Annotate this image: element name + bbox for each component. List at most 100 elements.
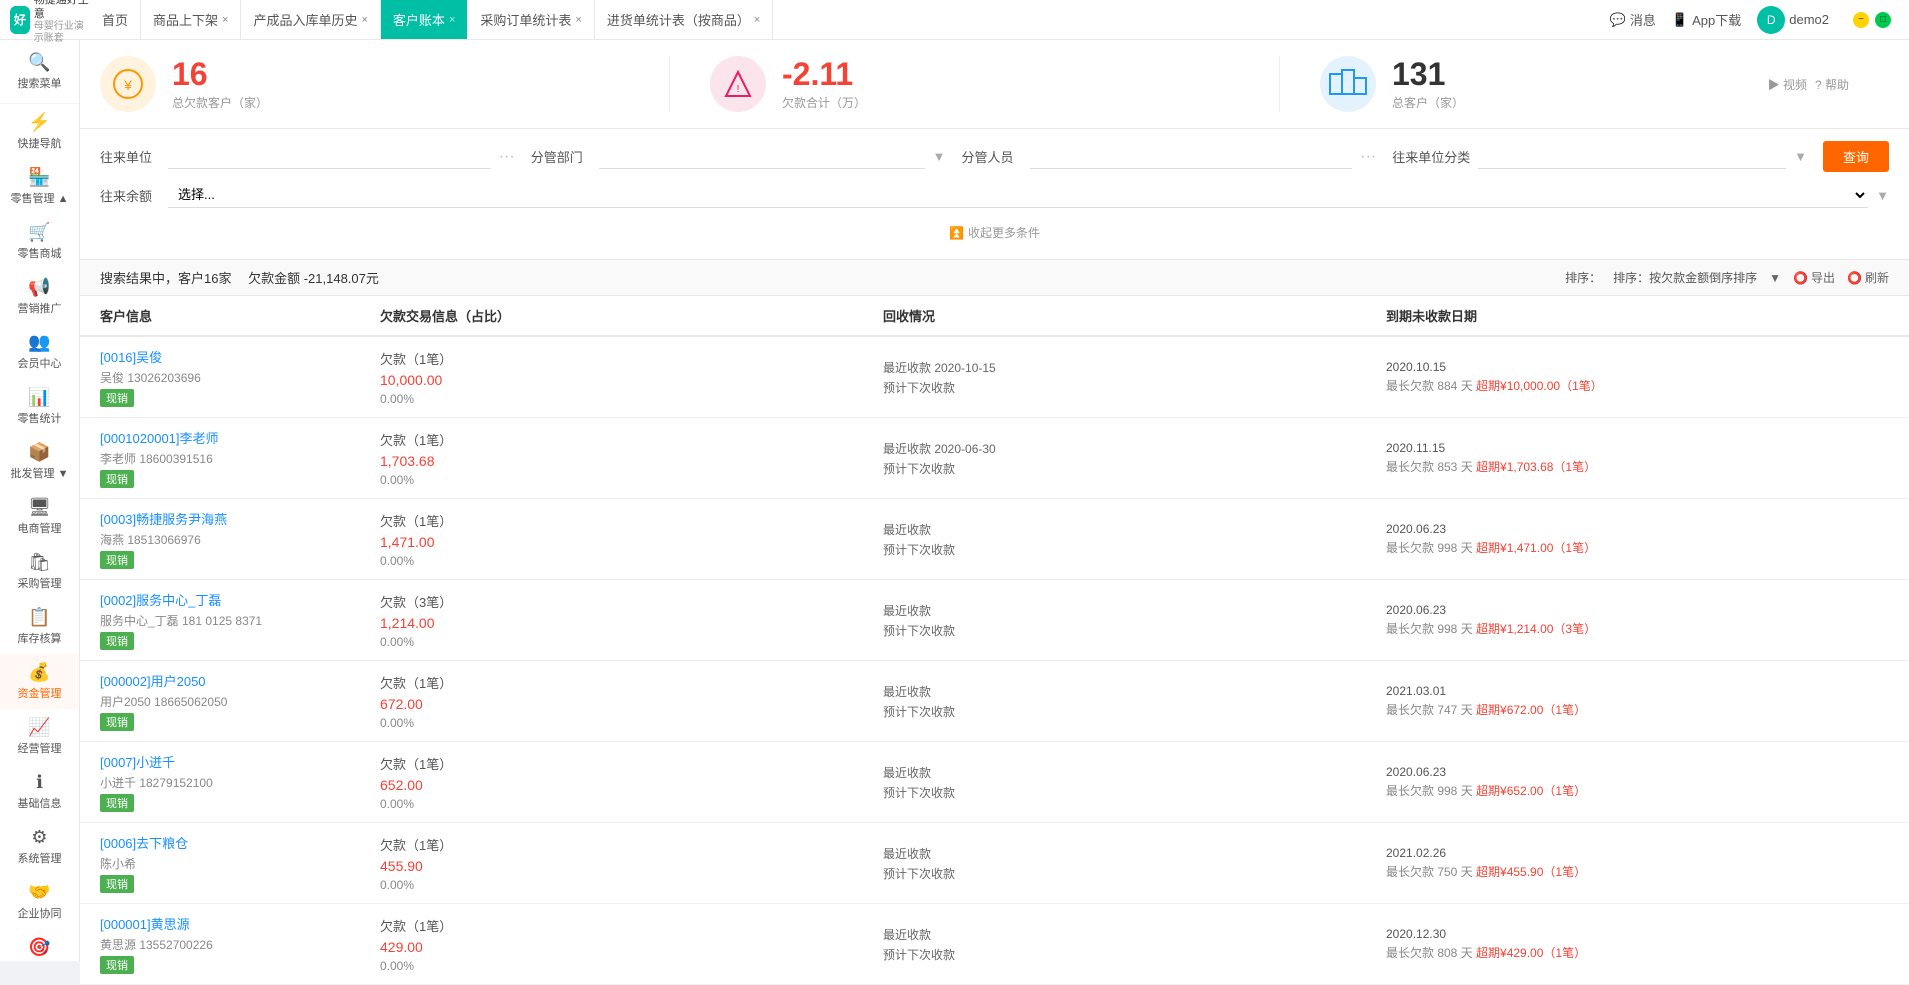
department-filter-input[interactable]: [599, 145, 925, 169]
sort-arrow-icon[interactable]: ▼: [1769, 271, 1781, 285]
total-debt-value: -2.11: [782, 58, 866, 90]
sidebar-item-label: 库存核算: [18, 630, 62, 646]
table-body: [0016]吴俊 吴俊 13026203696 现销 欠款（1笔） 10,000…: [80, 337, 1909, 985]
filter-row-2: 往来余额 选择... ▼: [100, 182, 1889, 208]
sidebar-item-inventory[interactable]: 📋 库存核算: [0, 599, 79, 654]
total-customers-value: 131: [1392, 58, 1464, 90]
debt-amount[interactable]: 10,000.00: [380, 372, 883, 388]
sidebar-item-ecommerce[interactable]: 🖥 电商管理: [0, 489, 79, 544]
customer-name-link[interactable]: [0002]服务中心_丁磊: [100, 590, 380, 609]
collapse-icon: ⏫: [949, 226, 964, 240]
sidebar-item-finance[interactable]: 💰 资金管理: [0, 654, 79, 709]
info-icon: ℹ: [36, 772, 43, 793]
sidebar-item-wholesale[interactable]: 📦 批发管理 ▼: [0, 434, 79, 489]
customer-name-link[interactable]: [000001]黄思源: [100, 914, 380, 933]
sidebar-item-purchase[interactable]: 🛍 采购管理: [0, 544, 79, 599]
logo-text: 畅捷通好生意 母婴行业演示账套: [34, 0, 90, 45]
total-customers-label: 总客户（家）: [1392, 94, 1464, 111]
customer-name-link[interactable]: [0001020001]李老师: [100, 428, 380, 447]
debt-info-cell: 欠款（1笔） 1,703.68 0.00%: [380, 430, 883, 487]
user-avatar-btn[interactable]: D demo2: [1757, 6, 1829, 34]
category-filter-input[interactable]: [1478, 145, 1786, 169]
overdue-info-cell: 2020.12.30 最长欠款 808 天 超期¥429.00（1笔）: [1386, 927, 1889, 961]
tab-production-history[interactable]: 产成品入库单历史 ×: [241, 0, 380, 39]
sidebar-item-retail-stats[interactable]: 📊 零售统计: [0, 379, 79, 434]
collapse-button[interactable]: ⏫ 收起更多条件: [100, 218, 1889, 247]
sidebar-item-system[interactable]: ⚙ 系统管理: [0, 819, 79, 874]
overdue-link[interactable]: 超期¥1,214.00（3笔）: [1476, 622, 1596, 636]
manager-filter-dots[interactable]: ···: [1360, 148, 1376, 166]
debt-amount[interactable]: 1,471.00: [380, 534, 883, 550]
sidebar-item-label: 基础信息: [18, 795, 62, 811]
customer-filter-dots[interactable]: ···: [499, 148, 515, 166]
tab-close-icon[interactable]: ×: [361, 14, 367, 26]
help-btn[interactable]: ? 帮助: [1815, 76, 1849, 93]
customer-info-cell: [0003]畅捷服务尹海燕 海燕 18513066976 现销: [100, 509, 380, 569]
debt-amount[interactable]: 672.00: [380, 696, 883, 712]
overdue-link[interactable]: 超期¥652.00（1笔）: [1476, 784, 1586, 798]
overdue-link[interactable]: 超期¥455.90（1笔）: [1476, 865, 1586, 879]
tab-purchase-stats-product[interactable]: 进货单统计表（按商品） ×: [595, 0, 773, 39]
tab-close-icon[interactable]: ×: [754, 14, 760, 26]
search-button[interactable]: 查询: [1823, 141, 1889, 172]
tab-home[interactable]: 首页: [90, 0, 141, 39]
customer-filter-input[interactable]: [168, 145, 491, 169]
debt-count: 欠款（1笔）: [380, 349, 883, 368]
col-recovery: 回收情况: [883, 306, 1386, 325]
sidebar-item-basic-info[interactable]: ℹ 基础信息: [0, 764, 79, 819]
tab-product-listing[interactable]: 商品上下架 ×: [141, 0, 241, 39]
sidebar-item-label: 零售管理 ▲: [11, 190, 69, 206]
customer-name-link[interactable]: [0003]畅捷服务尹海燕: [100, 509, 380, 528]
sidebar-item-label: 电商管理: [18, 520, 62, 536]
customer-name-link[interactable]: [0016]吴俊: [100, 347, 380, 366]
message-btn[interactable]: 💬 消息: [1610, 10, 1656, 29]
overdue-link[interactable]: 超期¥10,000.00（1笔）: [1476, 379, 1603, 393]
sidebar-item-retail-mall[interactable]: 🛒 零售商城: [0, 214, 79, 269]
sidebar-item-member[interactable]: 👥 会员中心: [0, 324, 79, 379]
debt-amount[interactable]: 652.00: [380, 777, 883, 793]
customer-name-link[interactable]: [0006]去下粮仓: [100, 833, 380, 852]
collab-icon: 🤝: [28, 882, 50, 903]
tab-close-icon[interactable]: ×: [449, 14, 455, 26]
category-filter-arrow[interactable]: ▼: [1794, 149, 1807, 164]
debt-amount[interactable]: 429.00: [380, 939, 883, 955]
overdue-link[interactable]: 超期¥429.00（1笔）: [1476, 946, 1586, 960]
sidebar-item-collab[interactable]: 🤝 企业协同: [0, 874, 79, 929]
minimize-button[interactable]: −: [1853, 12, 1869, 28]
sidebar-item-guide[interactable]: 🎯 新手引导: [0, 929, 79, 961]
debt-amount[interactable]: 455.90: [380, 858, 883, 874]
debt-amount[interactable]: 1,214.00: [380, 615, 883, 631]
sidebar-item-quick-nav[interactable]: ⚡ 快捷导航: [0, 104, 79, 159]
sort-select[interactable]: 排序：按欠款金额倒序排序: [1613, 269, 1757, 286]
top-bar: 好 畅捷通好生意 母婴行业演示账套 首页 商品上下架 × 产成品入库单历史 × …: [0, 0, 1909, 40]
overdue-link[interactable]: 超期¥672.00（1笔）: [1476, 703, 1586, 717]
retail-icon: 🏪: [28, 167, 50, 188]
tab-customer-account[interactable]: 客户账本 ×: [381, 0, 468, 39]
sidebar-item-search[interactable]: 🔍 搜索菜单: [0, 44, 79, 99]
overdue-link[interactable]: 超期¥1,703.68（1笔）: [1476, 460, 1596, 474]
tab-close-icon[interactable]: ×: [222, 14, 228, 26]
tab-close-icon[interactable]: ×: [575, 14, 581, 26]
sidebar-item-business[interactable]: 📈 经营管理: [0, 709, 79, 764]
balance-filter-arrow[interactable]: ▼: [1876, 188, 1889, 203]
refresh-button[interactable]: ⭕ 刷新: [1847, 269, 1889, 286]
debt-amount[interactable]: 1,703.68: [380, 453, 883, 469]
debt-info-cell: 欠款（1笔） 652.00 0.00%: [380, 754, 883, 811]
last-payment: 最近收款: [883, 521, 1386, 538]
sidebar-item-retail-mgmt[interactable]: 🏪 零售管理 ▲: [0, 159, 79, 214]
overdue-link[interactable]: 超期¥1,471.00（1笔）: [1476, 541, 1596, 555]
sidebar-item-label: 系统管理: [18, 850, 62, 866]
overdue-info-cell: 2021.02.26 最长欠款 750 天 超期¥455.90（1笔）: [1386, 846, 1889, 880]
sidebar-item-marketing[interactable]: 📢 营销推广: [0, 269, 79, 324]
table-row: [0002]服务中心_丁磊 服务中心_丁磊 181 0125 8371 现销 欠…: [80, 580, 1909, 661]
export-button[interactable]: ⭕ 导出: [1793, 269, 1835, 286]
balance-filter-select[interactable]: 选择...: [168, 182, 1868, 208]
department-filter-arrow[interactable]: ▼: [933, 149, 946, 164]
customer-name-link[interactable]: [000002]用户2050: [100, 671, 380, 690]
video-btn[interactable]: ▶ 视频: [1768, 76, 1807, 93]
tab-purchase-order-stats[interactable]: 采购订单统计表 ×: [468, 0, 594, 39]
app-download-btn[interactable]: 📱 App下载: [1672, 10, 1741, 29]
manager-filter-input[interactable]: [1030, 145, 1353, 169]
customer-name-link[interactable]: [0007]小迸千: [100, 752, 380, 771]
maximize-button[interactable]: □: [1875, 12, 1891, 28]
